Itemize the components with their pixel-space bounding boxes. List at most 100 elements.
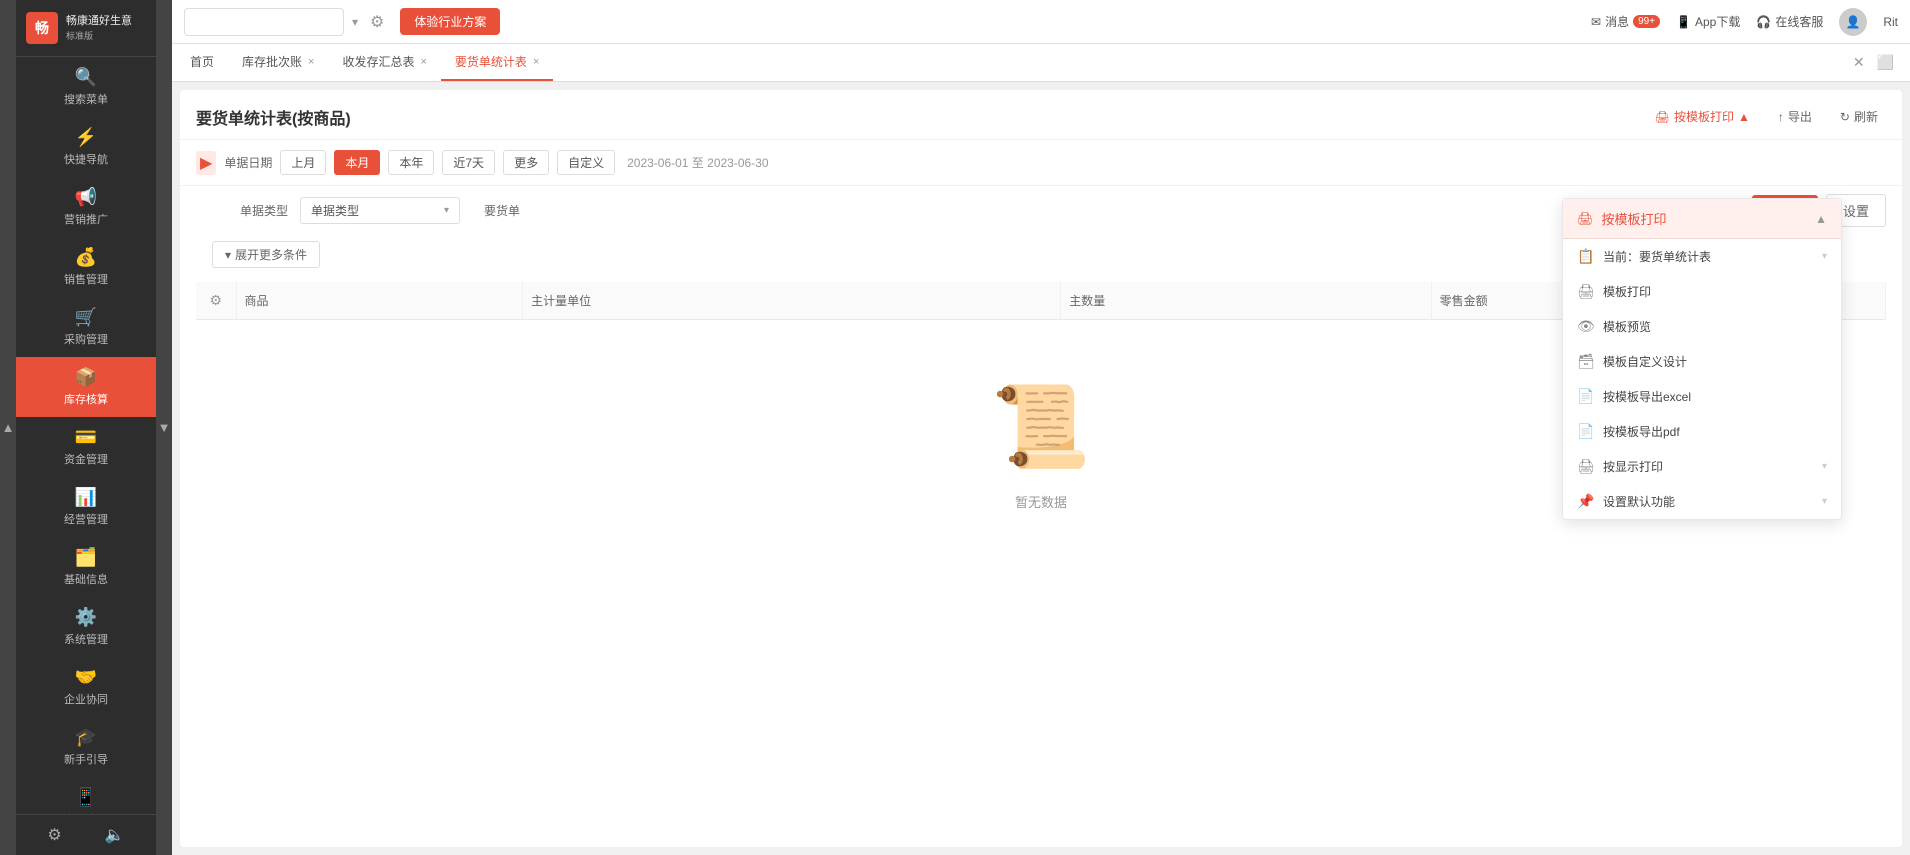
type-select-arrow: ▾ xyxy=(444,205,449,216)
sidebar-item-shortcut[interactable]: ⚡ 快捷导航 xyxy=(16,117,156,177)
default-func-label: 设置默认功能 xyxy=(1603,493,1675,510)
refresh-btn[interactable]: ↻ 刷新 xyxy=(1832,104,1886,129)
table-col-goods: 商品 xyxy=(236,282,523,320)
template-print-label: 模板打印 xyxy=(1603,283,1827,300)
search-arrow[interactable]: ▾ xyxy=(352,15,358,29)
tab-receipt-summary[interactable]: 收发存汇总表 × xyxy=(328,44,440,81)
sidebar-item-sales[interactable]: 💰 销售管理 xyxy=(16,237,156,297)
sidebar-item-system[interactable]: ⚙️ 系统管理 xyxy=(16,597,156,657)
dropdown-item-template-print[interactable]: 🖨 模板打印 xyxy=(1563,274,1841,309)
page-actions: 🖨 按模板打印 ▲ ↑ 导出 ↻ 刷新 xyxy=(1647,104,1886,129)
goods-filter-label: 要货单 xyxy=(484,202,520,219)
sidebar-item-apps[interactable]: 📱 应用中心 xyxy=(16,777,156,814)
date-btn-this-year[interactable]: 本年 xyxy=(388,150,434,175)
settings-footer-icon[interactable]: ⚙ xyxy=(47,825,61,845)
sidebar-icon-basic: 🗂️ xyxy=(75,547,97,568)
dropdown-section-default-func[interactable]: 📌 设置默认功能 ▾ xyxy=(1563,484,1841,519)
sidebar-icon-purchase: 🛒 xyxy=(75,307,97,328)
tab-close-window[interactable]: ✕ xyxy=(1849,50,1869,75)
sidebar-item-operations[interactable]: 📊 经营管理 xyxy=(16,477,156,537)
sidebar-item-marketing[interactable]: 📢 营销推广 xyxy=(16,177,156,237)
date-btn-last-month[interactable]: 上月 xyxy=(280,150,326,175)
expand-chevron-icon: ▾ xyxy=(225,248,231,262)
tab-inventory-batch-label: 库存批次账 xyxy=(242,53,302,70)
sound-footer-icon[interactable]: 🔈 xyxy=(105,825,125,845)
sidebar-item-inventory[interactable]: 📦 库存核算 xyxy=(16,357,156,417)
print-dropdown-arrow: ▲ xyxy=(1738,110,1750,124)
date-btn-custom[interactable]: 自定义 xyxy=(557,150,615,175)
expand-conditions-btn[interactable]: ▾ 展开更多条件 xyxy=(212,241,320,268)
message-button[interactable]: ✉ 消息 99+ xyxy=(1591,13,1660,30)
sidebar-item-finance[interactable]: 💳 资金管理 xyxy=(16,417,156,477)
tab-maximize[interactable]: ⬜ xyxy=(1873,50,1898,75)
app-download-label: App下载 xyxy=(1695,13,1740,30)
date-btn-7days[interactable]: 近7天 xyxy=(442,150,495,175)
sidebar-item-purchase[interactable]: 🛒 采购管理 xyxy=(16,297,156,357)
sidebar-icon-inventory: 📦 xyxy=(75,367,97,388)
printer-icon: 🖨 xyxy=(1655,110,1670,124)
export-icon: ↑ xyxy=(1778,110,1784,124)
topbar-gear-icon[interactable]: ⚙ xyxy=(370,12,384,32)
tab-controls: ✕ ⬜ xyxy=(1849,44,1906,81)
dropdown-item-template-pdf[interactable]: 📄 按模板导出pdf xyxy=(1563,414,1841,449)
sidebar-label-system: 系统管理 xyxy=(64,631,108,647)
logo-icon: 畅 xyxy=(26,12,58,44)
dropdown-item-template-excel[interactable]: 📄 按模板导出excel xyxy=(1563,379,1841,414)
export-btn[interactable]: ↑ 导出 xyxy=(1770,104,1820,129)
table-col-settings[interactable]: ⚙ xyxy=(196,282,236,320)
table-settings-icon[interactable]: ⚙ xyxy=(209,292,222,308)
logo-area: 畅 畅康通好生意 标准版 xyxy=(16,0,156,57)
date-btn-more[interactable]: 更多 xyxy=(503,150,549,175)
sidebar-icon-marketing: 📢 xyxy=(75,187,97,208)
user-name[interactable]: Rit xyxy=(1883,15,1898,29)
page-header: 要货单统计表(按商品) 🖨 按模板打印 ▲ ↑ 导出 ↻ 刷新 xyxy=(180,90,1902,140)
date-btn-this-month[interactable]: 本月 xyxy=(334,150,380,175)
filter-bar: ▶ 单据日期 上月 本月 本年 近7天 更多 自定义 2023-06-01 至 … xyxy=(180,140,1902,186)
dropdown-current-item[interactable]: 📋 当前：要货单统计表 ▾ xyxy=(1563,239,1841,274)
dropdown-header: 🖨 按模板打印 ▲ xyxy=(1563,199,1841,239)
type-filter-label: 单据类型 xyxy=(240,202,288,219)
page-content: 要货单统计表(按商品) 🖨 按模板打印 ▲ ↑ 导出 ↻ 刷新 ▶ xyxy=(180,90,1902,847)
print-template-btn[interactable]: 🖨 按模板打印 ▲ xyxy=(1647,104,1758,129)
sidebar-item-corp[interactable]: 🤝 企业协同 xyxy=(16,657,156,717)
sidebar-icon-corp: 🤝 xyxy=(75,667,97,688)
tab-inventory-batch[interactable]: 库存批次账 × xyxy=(228,44,328,81)
sidebar-label-corp: 企业协同 xyxy=(64,691,108,707)
dropdown-collapse-arrow[interactable]: ▲ xyxy=(1815,212,1827,226)
tab-home-label: 首页 xyxy=(190,53,214,70)
tab-order-stats-close[interactable]: × xyxy=(533,56,539,68)
tab-receipt-summary-close[interactable]: × xyxy=(420,56,426,68)
sidebar-icon-shortcut: ⚡ xyxy=(75,127,97,148)
sidebar-icon-apps: 📱 xyxy=(75,787,97,808)
trial-button[interactable]: 体验行业方案 xyxy=(400,8,500,35)
sidebar-scroll-up[interactable]: ▲ xyxy=(0,0,16,855)
tab-order-stats[interactable]: 要货单统计表 × xyxy=(441,44,553,81)
sidebar-item-guide[interactable]: 🎓 新手引导 xyxy=(16,717,156,777)
online-service-link[interactable]: 🎧 在线客服 xyxy=(1756,13,1823,30)
app-download-link[interactable]: 📱 App下载 xyxy=(1676,13,1740,30)
dropdown-item-template-custom[interactable]: 🗃 模板自定义设计 xyxy=(1563,344,1841,379)
tab-order-stats-label: 要货单统计表 xyxy=(455,53,527,70)
type-filter-select[interactable]: 单据类型 ▾ xyxy=(300,197,460,224)
dropdown-section-display-print[interactable]: 🖨 按显示打印 ▾ xyxy=(1563,449,1841,484)
message-badge: 99+ xyxy=(1633,15,1660,28)
sidebar-nav: 🔍 搜索菜单 ⚡ 快捷导航 📢 营销推广 💰 销售管理 🛒 采购管理 📦 库存核… xyxy=(16,57,156,814)
tab-inventory-batch-close[interactable]: × xyxy=(308,56,314,68)
display-print-arrow: ▾ xyxy=(1822,461,1827,472)
sidebar-item-search[interactable]: 🔍 搜索菜单 xyxy=(16,57,156,117)
tab-home[interactable]: 首页 xyxy=(176,44,228,81)
sidebar-label-basic: 基础信息 xyxy=(64,571,108,587)
sidebar-item-basic[interactable]: 🗂️ 基础信息 xyxy=(16,537,156,597)
sidebar: 畅 畅康通好生意 标准版 🔍 搜索菜单 ⚡ 快捷导航 📢 营销推广 💰 销售管理… xyxy=(16,0,156,855)
template-pdf-label: 按模板导出pdf xyxy=(1603,423,1827,440)
sidebar-icon-sales: 💰 xyxy=(75,247,97,268)
user-avatar[interactable]: 👤 xyxy=(1839,8,1867,36)
sidebar-scroll-down[interactable]: ▼ xyxy=(156,0,172,855)
filter-collapse-arrow[interactable]: ▶ xyxy=(196,151,216,175)
export-label: 导出 xyxy=(1788,108,1812,125)
search-input[interactable] xyxy=(184,8,344,36)
dropdown-item-template-preview[interactable]: 👁 模板预览 xyxy=(1563,309,1841,344)
template-pdf-icon: 📄 xyxy=(1577,423,1593,440)
template-custom-icon: 🗃 xyxy=(1577,353,1593,370)
type-select-placeholder: 单据类型 xyxy=(311,202,359,219)
